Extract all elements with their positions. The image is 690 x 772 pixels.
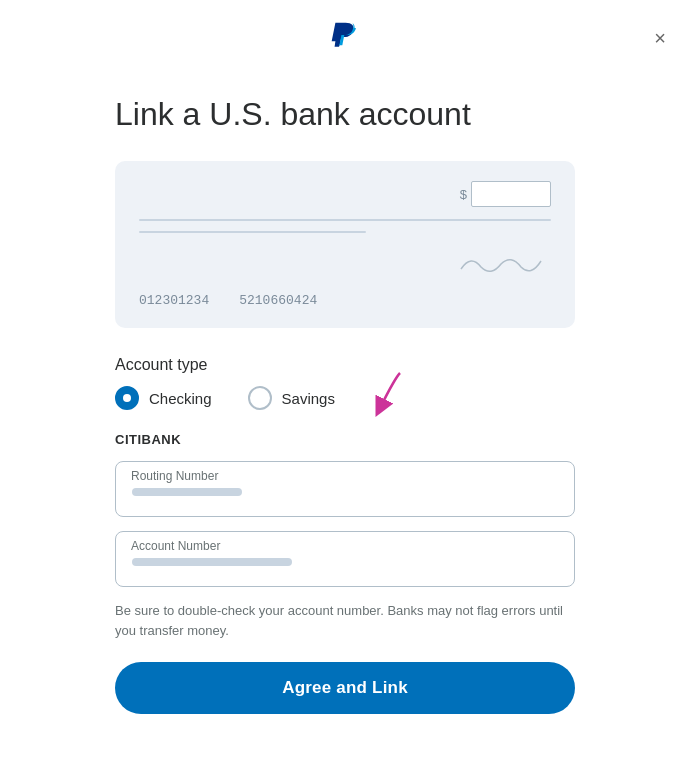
check-numbers: 012301234 5210660424 [139,293,551,308]
check-amount-row: $ [139,181,551,207]
account-type-section: Account type Checking Savings [115,356,575,410]
bank-name: CITIBANK [115,432,575,447]
check-illustration: $ 012301234 5210660424 [115,161,575,328]
page-title: Link a U.S. bank account [115,95,575,133]
radio-checking-circle[interactable] [115,386,139,410]
routing-number-group: Routing Number [115,461,575,517]
arrow-indicator [345,368,415,423]
radio-group: Checking Savings [115,386,575,410]
radio-savings-circle[interactable] [248,386,272,410]
check-line-1 [139,219,551,221]
radio-checking[interactable]: Checking [115,386,212,410]
check-amount-box [471,181,551,207]
radio-savings[interactable]: Savings [248,386,335,410]
radio-checking-label: Checking [149,390,212,407]
dollar-sign: $ [460,187,467,202]
agree-link-button[interactable]: Agree and Link [115,662,575,714]
check-lines [139,219,551,233]
disclaimer-text: Be sure to double-check your account num… [115,601,575,640]
check-account: 5210660424 [239,293,317,308]
paypal-logo [329,18,361,57]
check-signature [451,249,551,279]
main-container: Link a U.S. bank account $ 012301234 521… [85,75,605,754]
radio-savings-label: Savings [282,390,335,407]
account-masked [132,558,292,566]
close-button[interactable]: × [650,24,670,52]
account-number-group: Account Number [115,531,575,587]
account-number-display[interactable] [115,531,575,587]
header: × [0,0,690,75]
routing-masked [132,488,242,496]
routing-number-display[interactable] [115,461,575,517]
check-line-2 [139,231,366,233]
check-signature-area [139,249,551,279]
check-routing: 012301234 [139,293,209,308]
